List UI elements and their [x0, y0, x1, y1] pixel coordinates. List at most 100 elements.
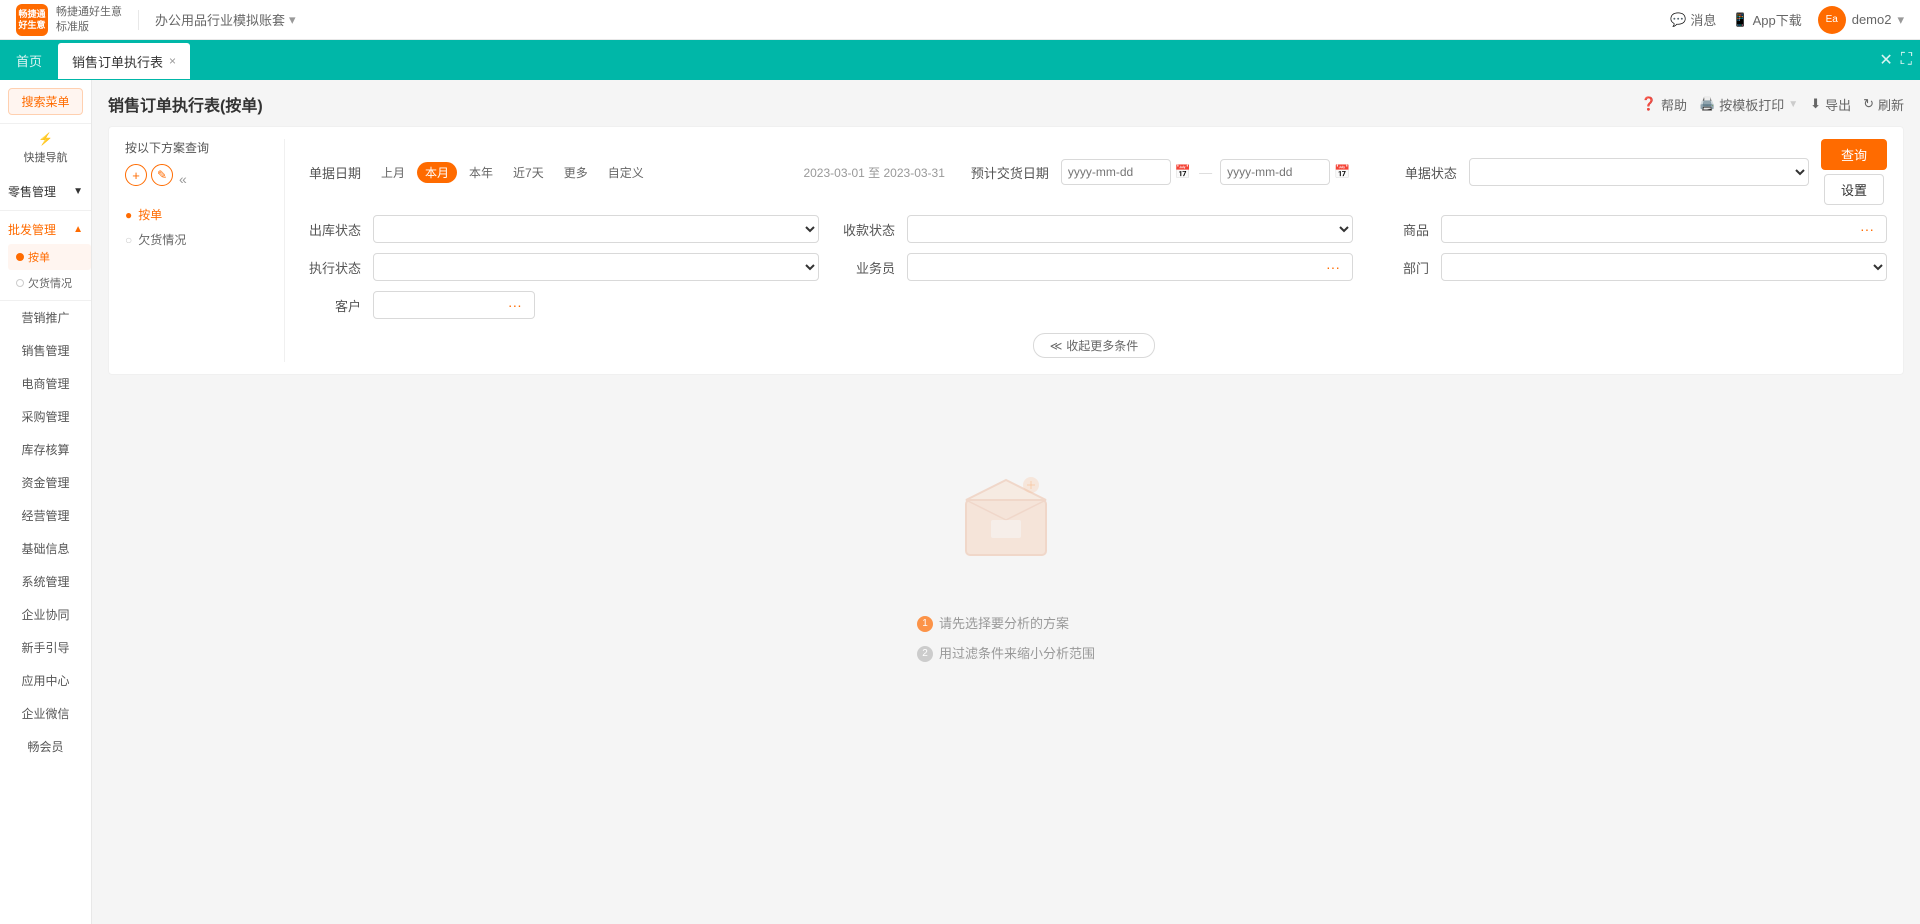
- print-btn[interactable]: 🖨️ 按模板打印 ▼: [1699, 95, 1798, 114]
- right-action-btns: 查询 设置: [1821, 139, 1887, 205]
- out-status-group: 出库状态: [301, 215, 819, 243]
- empty-step-2: 2 用过滤条件来缩小分析范围: [917, 641, 1095, 667]
- collapse-more-area: ≪ 收起更多条件: [301, 329, 1887, 362]
- salesperson-more-btn[interactable]: ···: [1322, 259, 1344, 275]
- msg-icon: 💬: [1670, 12, 1686, 28]
- page-title: 销售订单执行表(按单): [108, 92, 263, 116]
- sidebar-item-newuser[interactable]: 新手引导: [0, 631, 91, 664]
- empty-illustration: [946, 455, 1066, 591]
- user-menu[interactable]: Ea demo2 ▾: [1818, 6, 1904, 34]
- sidebar-item-wholesale[interactable]: 批发管理 ▲: [0, 215, 91, 244]
- calendar-to-icon[interactable]: 📅: [1334, 164, 1350, 180]
- sidebar-item-basic[interactable]: 基础信息: [0, 532, 91, 565]
- nav-dropdown-icon[interactable]: ▾: [289, 12, 296, 28]
- exec-status-group: 执行状态: [301, 253, 819, 281]
- add-plan-btn[interactable]: +: [125, 164, 147, 186]
- circle-icon: [16, 253, 24, 261]
- tabbar: 首页 销售订单执行表 × ✕ ⛶: [0, 40, 1920, 80]
- bill-status-group: 单据状态: [1397, 158, 1809, 186]
- goods-more-btn[interactable]: ···: [1856, 221, 1878, 237]
- dept-select[interactable]: [1441, 253, 1887, 281]
- filter-row-4: 客户 ···: [301, 291, 1887, 319]
- filter-row-3: 执行状态 业务员 ···: [301, 253, 1887, 281]
- plan-item-debt[interactable]: ○ 欠货情况: [125, 227, 272, 252]
- date-tag-custom[interactable]: 自定义: [600, 162, 652, 183]
- plan-actions: + ✎: [125, 164, 173, 186]
- avatar: Ea: [1818, 6, 1846, 34]
- sidebar-item-debt[interactable]: 欠货情况: [8, 270, 91, 296]
- empty-instructions: 1 请先选择要分析的方案 2 用过滤条件来缩小分析范围: [917, 611, 1095, 667]
- date-tag-7days[interactable]: 近7天: [505, 162, 552, 183]
- date-tag-this-year[interactable]: 本年: [461, 162, 501, 183]
- sidebar-item-purchase[interactable]: 采购管理: [0, 400, 91, 433]
- help-icon: ❓: [1641, 96, 1657, 112]
- app-logo: 畅捷通好生意: [16, 4, 48, 36]
- msg-btn[interactable]: 💬 消息: [1670, 10, 1716, 29]
- export-icon: ⬇: [1810, 96, 1821, 112]
- sidebar-item-inventory[interactable]: 库存核算: [0, 433, 91, 466]
- settings-btn[interactable]: 设置: [1824, 174, 1884, 205]
- filter-row-2: 出库状态 收款状态: [301, 215, 1887, 243]
- sidebar-item-enterprise[interactable]: 企业协同: [0, 598, 91, 631]
- exec-status-select[interactable]: [373, 253, 819, 281]
- date-tags: 上月 本月 本年 近7天 更多 自定义: [373, 162, 652, 183]
- tab-home[interactable]: 首页: [0, 40, 58, 80]
- plan-active-icon: ●: [125, 208, 132, 222]
- sidebar-item-quick-nav[interactable]: ⚡ 快捷导航: [0, 124, 91, 173]
- sidebar-item-member[interactable]: 畅会员: [0, 730, 91, 763]
- plan-selector-header: 按以下方案查询: [125, 139, 272, 156]
- tab-sales-order[interactable]: 销售订单执行表 ×: [58, 43, 190, 79]
- phone-icon: 📱: [1732, 12, 1748, 28]
- topbar-nav[interactable]: 办公用品行业模拟账套 ▾: [155, 10, 296, 29]
- export-btn[interactable]: ⬇ 导出: [1810, 95, 1851, 114]
- brand-name: 畅捷通好生意 标准版: [56, 5, 122, 34]
- query-btn[interactable]: 查询: [1821, 139, 1887, 170]
- sidebar-item-operation[interactable]: 经营管理: [0, 499, 91, 532]
- collect-status-select[interactable]: [907, 215, 1353, 243]
- search-menu-btn[interactable]: 搜索菜单: [8, 88, 83, 115]
- date-tag-this-month[interactable]: 本月: [417, 162, 457, 183]
- sidebar-item-press-order[interactable]: 按单: [8, 244, 91, 270]
- bill-status-select[interactable]: [1469, 158, 1809, 186]
- expected-date-from[interactable]: [1061, 159, 1171, 185]
- date-range-display: 2023-03-01 至 2023-03-31: [803, 164, 944, 181]
- quick-nav-icon: ⚡: [38, 132, 53, 146]
- plan-item-press[interactable]: ● 按单: [125, 202, 272, 227]
- nav-title: 办公用品行业模拟账套: [155, 10, 285, 29]
- sidebar-item-system[interactable]: 系统管理: [0, 565, 91, 598]
- date-tag-more[interactable]: 更多: [556, 162, 596, 183]
- filter-row-1: 单据日期 上月 本月 本年 近7天 更多 自定义 2023: [301, 139, 1887, 205]
- out-status-select[interactable]: [373, 215, 819, 243]
- sidebar-item-finance[interactable]: 资金管理: [0, 466, 91, 499]
- customer-group: 客户 ···: [301, 291, 535, 319]
- app-download-btn[interactable]: 📱 App下载: [1732, 10, 1801, 29]
- user-dropdown-icon: ▾: [1897, 12, 1904, 28]
- chevron-down-icon: ▼: [73, 186, 83, 197]
- page-actions: ❓ 帮助 🖨️ 按模板打印 ▼ ⬇ 导出 ↻ 刷新: [1641, 95, 1904, 114]
- empty-step-1: 1 请先选择要分析的方案: [917, 611, 1095, 637]
- goods-input-wrapper: ···: [1441, 215, 1887, 243]
- expected-date-to[interactable]: [1220, 159, 1330, 185]
- close-window-icon[interactable]: ✕: [1879, 50, 1892, 70]
- date-tag-last-month[interactable]: 上月: [373, 162, 413, 183]
- help-btn[interactable]: ❓ 帮助: [1641, 95, 1687, 114]
- calendar-from-icon[interactable]: 📅: [1175, 164, 1191, 180]
- refresh-btn[interactable]: ↻ 刷新: [1863, 95, 1904, 114]
- goods-group: 商品 ···: [1369, 215, 1887, 243]
- customer-input-wrapper: ···: [373, 291, 535, 319]
- collapse-plan-btn[interactable]: «: [179, 171, 187, 187]
- sidebar-item-apps[interactable]: 应用中心: [0, 664, 91, 697]
- sidebar-item-zero-retail[interactable]: 零售管理 ▼: [0, 177, 91, 206]
- sidebar-item-sales[interactable]: 销售管理: [0, 334, 91, 367]
- chevron-up-icon: ▲: [73, 224, 83, 235]
- collect-status-group: 收款状态: [835, 215, 1353, 243]
- customer-more-btn[interactable]: ···: [504, 297, 526, 313]
- edit-plan-btn[interactable]: ✎: [151, 164, 173, 186]
- sidebar-item-wechat[interactable]: 企业微信: [0, 697, 91, 730]
- fullscreen-icon[interactable]: ⛶: [1901, 51, 1912, 69]
- sidebar-item-ecommerce[interactable]: 电商管理: [0, 367, 91, 400]
- sidebar-item-marketing[interactable]: 营销推广: [0, 301, 91, 334]
- collapse-more-btn[interactable]: ≪ 收起更多条件: [1033, 333, 1156, 358]
- topbar: 畅捷通好生意 畅捷通好生意 标准版 办公用品行业模拟账套 ▾ 💬 消息 📱 Ap…: [0, 0, 1920, 40]
- tab-close-btn[interactable]: ×: [169, 54, 176, 68]
